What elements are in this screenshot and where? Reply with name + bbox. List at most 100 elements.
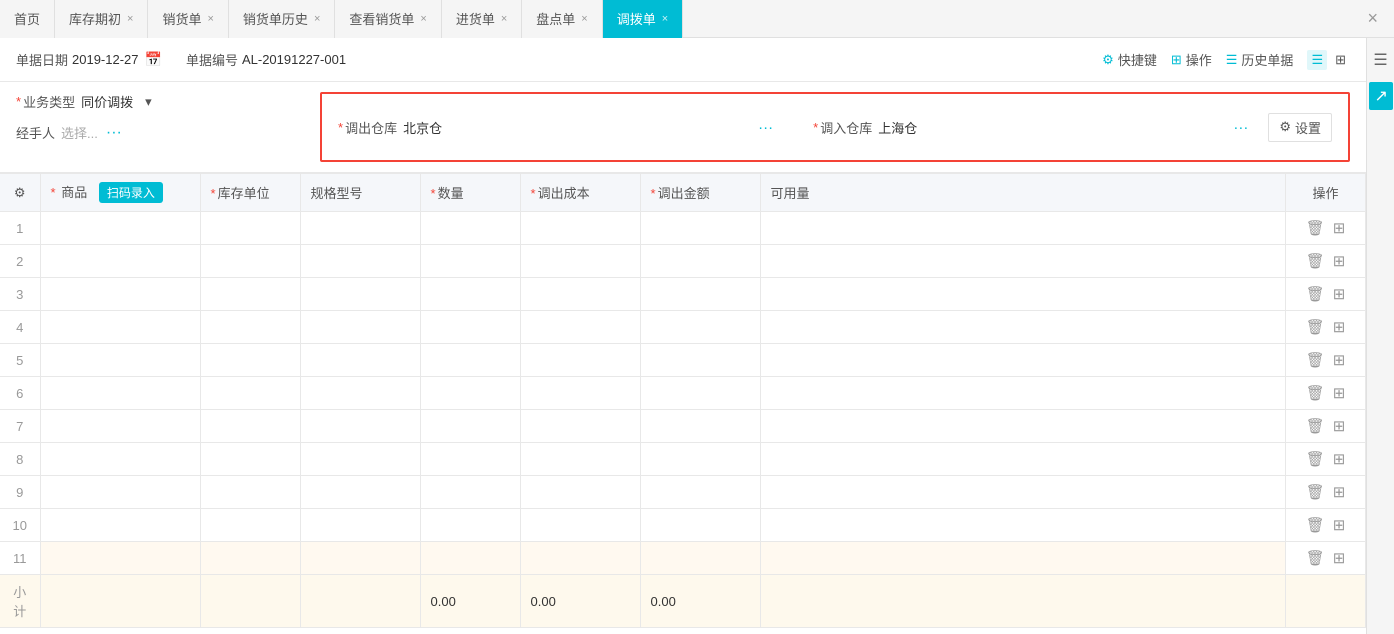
spec-cell[interactable] (300, 443, 420, 476)
view-grid-btn[interactable]: ⊞ (1331, 50, 1350, 70)
available-cell[interactable] (760, 410, 1286, 443)
unit-cell[interactable] (200, 245, 300, 278)
available-cell[interactable] (760, 443, 1286, 476)
spec-cell[interactable] (300, 410, 420, 443)
tab-inventory-check[interactable]: 盘点单 × (522, 0, 602, 38)
available-cell[interactable] (760, 377, 1286, 410)
copy-icon[interactable]: ⊞ (1333, 417, 1346, 435)
qty-cell[interactable] (420, 377, 520, 410)
calendar-icon[interactable]: 📅 (145, 51, 162, 68)
tab-sales-history[interactable]: 销货单历史 × (229, 0, 335, 38)
available-cell[interactable] (760, 311, 1286, 344)
spec-cell[interactable] (300, 278, 420, 311)
unit-cell[interactable] (200, 377, 300, 410)
amount-cell[interactable] (640, 278, 760, 311)
tab-inventory-init[interactable]: 库存期初 × (55, 0, 148, 38)
unit-cell[interactable] (200, 476, 300, 509)
cost-cell[interactable] (520, 245, 640, 278)
available-cell[interactable] (760, 278, 1286, 311)
copy-icon[interactable]: ⊞ (1333, 285, 1346, 303)
amount-cell[interactable] (640, 443, 760, 476)
unit-cell[interactable] (200, 443, 300, 476)
qty-cell[interactable] (420, 278, 520, 311)
available-cell[interactable] (760, 476, 1286, 509)
tab-purchase-order[interactable]: 进货单 × (442, 0, 522, 38)
amount-cell[interactable] (640, 212, 760, 245)
product-cell[interactable] (40, 410, 200, 443)
qty-cell[interactable] (420, 212, 520, 245)
tab-sales-order[interactable]: 销货单 × (148, 0, 228, 38)
transfer-in-more-btn[interactable]: ··· (1225, 119, 1256, 136)
product-cell[interactable] (40, 245, 200, 278)
available-cell[interactable] (760, 212, 1286, 245)
delete-icon[interactable]: 🗑 (1306, 450, 1325, 468)
qty-cell[interactable] (420, 311, 520, 344)
copy-icon[interactable]: ⊞ (1333, 384, 1346, 402)
unit-cell[interactable] (200, 410, 300, 443)
product-cell[interactable] (40, 509, 200, 542)
unit-cell[interactable] (200, 542, 300, 575)
close-window-btn[interactable]: × (1367, 8, 1394, 29)
side-export-icon[interactable]: ↗ (1369, 82, 1393, 110)
business-type-select[interactable]: 同价调拨 ▾ (81, 92, 152, 111)
cost-cell[interactable] (520, 278, 640, 311)
delete-icon[interactable]: 🗑 (1306, 384, 1325, 402)
delete-icon[interactable]: 🗑 (1306, 417, 1325, 435)
product-cell[interactable] (40, 476, 200, 509)
spec-cell[interactable] (300, 476, 420, 509)
qty-cell[interactable] (420, 542, 520, 575)
delete-icon[interactable]: 🗑 (1306, 285, 1325, 303)
spec-cell[interactable] (300, 212, 420, 245)
available-cell[interactable] (760, 344, 1286, 377)
spec-cell[interactable] (300, 542, 420, 575)
qty-cell[interactable] (420, 476, 520, 509)
handler-select[interactable]: 选择... (61, 123, 98, 142)
history-btn[interactable]: ☰ 历史单据 (1226, 50, 1294, 69)
spec-cell[interactable] (300, 245, 420, 278)
product-cell[interactable] (40, 344, 200, 377)
amount-cell[interactable] (640, 476, 760, 509)
close-tab-inventory-check[interactable]: × (581, 13, 587, 25)
tab-home[interactable]: 首页 (0, 0, 55, 38)
tab-view-sales[interactable]: 查看销货单 × (335, 0, 441, 38)
delete-icon[interactable]: 🗑 (1306, 516, 1325, 534)
unit-cell[interactable] (200, 212, 300, 245)
delete-icon[interactable]: 🗑 (1306, 351, 1325, 369)
product-cell[interactable] (40, 443, 200, 476)
view-list-btn[interactable]: ☰ (1307, 50, 1327, 70)
qty-cell[interactable] (420, 509, 520, 542)
cost-cell[interactable] (520, 311, 640, 344)
copy-icon[interactable]: ⊞ (1333, 450, 1346, 468)
business-type-dropdown-icon[interactable]: ▾ (145, 94, 152, 110)
scan-input-btn[interactable]: 扫码录入 (99, 182, 163, 203)
delete-icon[interactable]: 🗑 (1306, 318, 1325, 336)
close-tab-inventory-init[interactable]: × (127, 13, 133, 25)
amount-cell[interactable] (640, 377, 760, 410)
cost-cell[interactable] (520, 212, 640, 245)
amount-cell[interactable] (640, 410, 760, 443)
qty-cell[interactable] (420, 443, 520, 476)
transfer-out-more-btn[interactable]: ··· (750, 119, 781, 136)
unit-cell[interactable] (200, 278, 300, 311)
product-cell[interactable] (40, 278, 200, 311)
amount-cell[interactable] (640, 311, 760, 344)
shortcut-btn[interactable]: ⚙ 快捷键 (1102, 50, 1157, 69)
close-tab-sales-order[interactable]: × (207, 13, 213, 25)
delete-icon[interactable]: 🗑 (1306, 252, 1325, 270)
close-tab-sales-history[interactable]: × (314, 13, 320, 25)
handler-more-btn[interactable]: ··· (106, 124, 122, 142)
spec-cell[interactable] (300, 377, 420, 410)
settings-button[interactable]: ⚙ 设置 (1268, 113, 1332, 142)
tab-transfer-order[interactable]: 调拨单 × (603, 0, 683, 38)
delete-icon[interactable]: 🗑 (1306, 483, 1325, 501)
spec-cell[interactable] (300, 311, 420, 344)
product-cell[interactable] (40, 542, 200, 575)
cost-cell[interactable] (520, 377, 640, 410)
close-tab-transfer-order[interactable]: × (662, 13, 668, 25)
qty-cell[interactable] (420, 245, 520, 278)
qty-cell[interactable] (420, 344, 520, 377)
cost-cell[interactable] (520, 476, 640, 509)
cost-cell[interactable] (520, 542, 640, 575)
amount-cell[interactable] (640, 509, 760, 542)
product-cell[interactable] (40, 311, 200, 344)
